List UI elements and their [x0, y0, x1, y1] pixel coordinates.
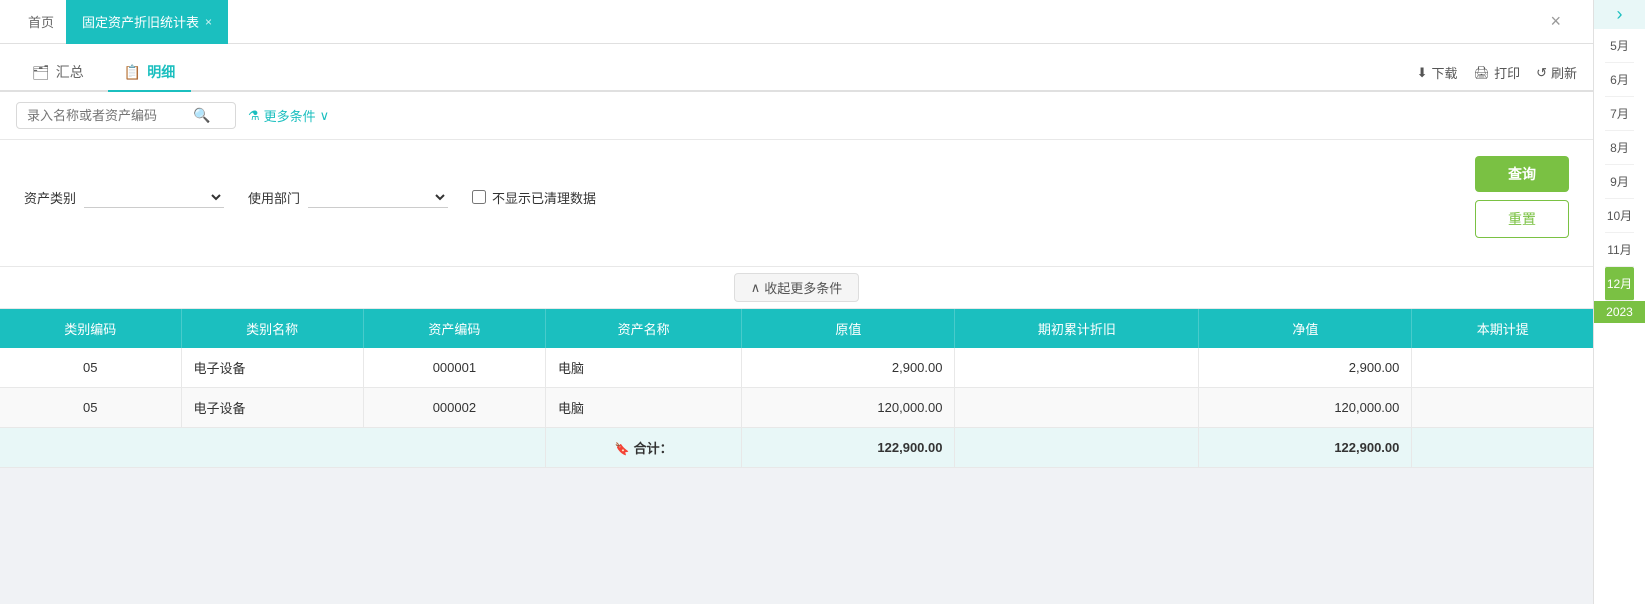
print-icon: 🖨	[1474, 65, 1491, 81]
cell-net-value: 2,900.00	[1199, 348, 1412, 388]
sidebar-month-item[interactable]: 11月	[1605, 233, 1634, 267]
col-header-original: 原值	[742, 309, 955, 348]
nav-tab-label: 固定资产折旧统计表	[82, 12, 199, 31]
filter-buttons: 查询 重置	[1475, 156, 1569, 238]
col-header-net-value: 净值	[1199, 309, 1412, 348]
window-close-button[interactable]: ×	[1534, 11, 1577, 32]
cell-code: 05	[0, 348, 181, 388]
data-table-wrap: 类别编码 类别名称 资产编码 资产名称 原值 期初累计折旧 净值 本期计提 05…	[0, 309, 1593, 604]
asset-type-label: 资产类别	[24, 188, 76, 207]
close-icon[interactable]: ×	[205, 15, 212, 29]
collapse-button[interactable]: ∧ 收起更多条件	[734, 273, 860, 302]
table-header-row: 类别编码 类别名称 资产编码 资产名称 原值 期初累计折旧 净值 本期计提	[0, 309, 1593, 348]
filter-icon: ⚗	[248, 108, 260, 124]
chevron-down-icon: ∨	[320, 108, 330, 124]
data-table: 类别编码 类别名称 资产编码 资产名称 原值 期初累计折旧 净值 本期计提 05…	[0, 309, 1593, 468]
cell-asset-code: 000002	[363, 388, 545, 428]
col-header-asset-name: 资产名称	[546, 309, 742, 348]
cell-asset-name: 电脑	[546, 388, 742, 428]
hide-cleared-checkbox[interactable]	[472, 190, 486, 204]
filter-asset-type: 资产类别	[24, 186, 224, 208]
tab-summary[interactable]: 🗂 汇总	[16, 54, 100, 92]
table-row: 05 电子设备 000002 电脑 120,000.00 120,000.00	[0, 388, 1593, 428]
detail-icon: 📋	[124, 64, 141, 81]
cell-code: 05	[0, 388, 181, 428]
refresh-label: 刷新	[1551, 63, 1577, 82]
more-conditions-button[interactable]: ⚗ 更多条件 ∨	[248, 106, 329, 125]
reset-button[interactable]: 重置	[1475, 200, 1569, 238]
search-input[interactable]	[27, 108, 187, 123]
download-label: 下载	[1432, 63, 1458, 82]
right-sidebar: › 5月6月7月8月9月10月11月12月 2023	[1593, 0, 1645, 604]
total-net-value: 122,900.00	[1199, 428, 1412, 468]
cell-accum-dep	[955, 388, 1199, 428]
department-label: 使用部门	[248, 188, 300, 207]
nav-home[interactable]: 首页	[16, 12, 66, 31]
query-button[interactable]: 查询	[1475, 156, 1569, 192]
sidebar-month-item[interactable]: 6月	[1605, 63, 1634, 97]
print-label: 打印	[1494, 63, 1520, 82]
summary-icon: 🗂	[32, 64, 50, 81]
total-accum-dep	[955, 428, 1199, 468]
refresh-icon: ↺	[1536, 65, 1547, 81]
total-original: 122,900.00	[742, 428, 955, 468]
months-container: 5月6月7月8月9月10月11月12月	[1605, 29, 1634, 301]
cell-current-dep	[1412, 348, 1593, 388]
collapse-label: 收起更多条件	[764, 278, 842, 297]
col-header-current-dep: 本期计提	[1412, 309, 1593, 348]
col-header-asset-code: 资产编码	[363, 309, 545, 348]
filter-hide-cleared[interactable]: 不显示已清理数据	[472, 188, 596, 207]
cell-accum-dep	[955, 348, 1199, 388]
download-button[interactable]: ⬇ 下载	[1417, 63, 1458, 82]
sidebar-month-item[interactable]: 10月	[1605, 199, 1634, 233]
hide-cleared-label: 不显示已清理数据	[492, 188, 596, 207]
filter-bar: 🔍 ⚗ 更多条件 ∨	[0, 92, 1593, 140]
collapse-bar: ∧ 收起更多条件	[0, 267, 1593, 309]
col-header-accum-dep: 期初累计折旧	[955, 309, 1199, 348]
advanced-filter-panel: 资产类别 使用部门 不显示已清理数据 查询 重置	[0, 140, 1593, 267]
sidebar-month-item[interactable]: 7月	[1605, 97, 1634, 131]
asset-type-select[interactable]	[84, 186, 224, 208]
cell-category: 电子设备	[181, 348, 363, 388]
download-icon: ⬇	[1417, 65, 1428, 81]
tab-summary-label: 汇总	[56, 62, 84, 82]
more-conditions-label: 更多条件	[264, 106, 316, 125]
cell-original: 2,900.00	[742, 348, 955, 388]
sidebar-month-item[interactable]: 5月	[1605, 29, 1634, 63]
table-total-row: 🔖合计： 122,900.00 122,900.00	[0, 428, 1593, 468]
sub-tabs-bar: 🗂 汇总 📋 明细 ⬇ 下载 🖨 打印 ↺ 刷新	[0, 44, 1593, 92]
sidebar-month-item[interactable]: 9月	[1605, 165, 1634, 199]
year-badge: 2023	[1594, 301, 1645, 323]
total-current-dep	[1412, 428, 1593, 468]
sidebar-month-item[interactable]: 12月	[1605, 267, 1634, 301]
sidebar-up-arrow[interactable]: ›	[1594, 0, 1645, 29]
department-select[interactable]	[308, 186, 448, 208]
tab-detail-label: 明细	[147, 62, 175, 82]
col-header-category-code: 类别编码	[0, 309, 181, 348]
tab-detail[interactable]: 📋 明细	[108, 54, 191, 92]
cell-asset-code: 000001	[363, 348, 545, 388]
print-button[interactable]: 🖨 打印	[1474, 63, 1521, 82]
cell-asset-name: 电脑	[546, 348, 742, 388]
col-header-category-name: 类别名称	[181, 309, 363, 348]
search-input-wrap[interactable]: 🔍	[16, 102, 236, 129]
cell-original: 120,000.00	[742, 388, 955, 428]
table-row: 05 电子设备 000001 电脑 2,900.00 2,900.00	[0, 348, 1593, 388]
collapse-up-icon: ∧	[751, 280, 761, 296]
cell-category: 电子设备	[181, 388, 363, 428]
cell-current-dep	[1412, 388, 1593, 428]
search-icon: 🔍	[193, 107, 210, 124]
total-label: 🔖合计：	[546, 428, 742, 468]
cell-net-value: 120,000.00	[1199, 388, 1412, 428]
nav-tab-depreciation[interactable]: 固定资产折旧统计表 ×	[66, 0, 228, 44]
total-label-cell	[0, 428, 546, 468]
sidebar-month-item[interactable]: 8月	[1605, 131, 1634, 165]
refresh-button[interactable]: ↺ 刷新	[1536, 63, 1577, 82]
filter-department: 使用部门	[248, 186, 448, 208]
top-nav: 首页 固定资产折旧统计表 × ×	[0, 0, 1593, 44]
